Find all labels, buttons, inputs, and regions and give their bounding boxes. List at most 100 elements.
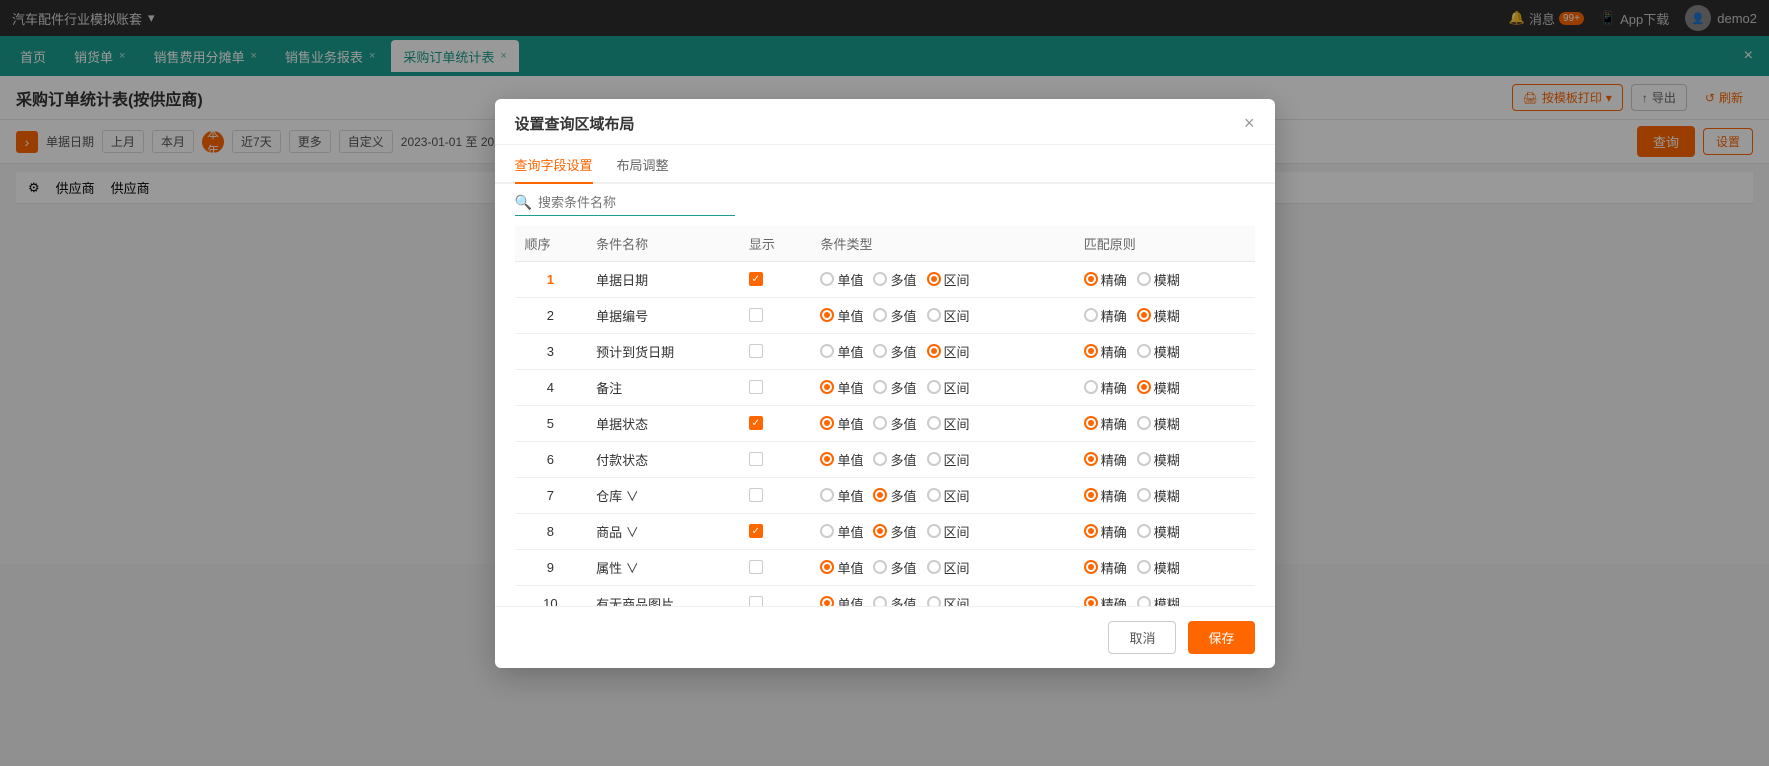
- show-checkbox[interactable]: ✓: [749, 272, 763, 286]
- row-show[interactable]: ✓: [739, 513, 811, 549]
- match-exact-radio[interactable]: 精确: [1084, 522, 1127, 541]
- type-single-radio[interactable]: 单值: [820, 414, 863, 433]
- row-order: 6: [515, 441, 587, 477]
- row-show[interactable]: [739, 441, 811, 477]
- row-match: 精确模糊: [1074, 585, 1255, 606]
- type-single-radio[interactable]: 单值: [820, 378, 863, 397]
- row-match: 精确模糊: [1074, 513, 1255, 549]
- type-single-radio[interactable]: 单值: [820, 306, 863, 325]
- show-checkbox[interactable]: [749, 560, 763, 574]
- match-fuzzy-radio[interactable]: 模糊: [1137, 414, 1180, 433]
- type-range-radio[interactable]: 区间: [927, 414, 970, 433]
- type-range-radio[interactable]: 区间: [927, 342, 970, 361]
- type-range-radio[interactable]: 区间: [927, 558, 970, 577]
- type-multi-radio[interactable]: 多值: [873, 486, 916, 505]
- type-multi-radio[interactable]: 多值: [873, 414, 916, 433]
- match-fuzzy-radio[interactable]: 模糊: [1137, 558, 1180, 577]
- match-fuzzy-radio[interactable]: 模糊: [1137, 522, 1180, 541]
- match-exact-radio[interactable]: 精确: [1084, 306, 1127, 325]
- match-fuzzy-radio[interactable]: 模糊: [1137, 306, 1180, 325]
- show-checkbox[interactable]: ✓: [749, 416, 763, 430]
- type-multi-radio[interactable]: 多值: [873, 306, 916, 325]
- show-checkbox[interactable]: [749, 452, 763, 466]
- type-multi-radio[interactable]: 多值: [873, 594, 916, 606]
- row-type: 单值多值区间: [810, 333, 1073, 369]
- table-row: 8商品 ∨✓单值多值区间精确模糊: [515, 513, 1255, 549]
- type-single-radio[interactable]: 单值: [820, 270, 863, 289]
- row-name: 备注: [586, 369, 739, 405]
- row-type: 单值多值区间: [810, 369, 1073, 405]
- row-show[interactable]: [739, 585, 811, 606]
- match-exact-radio[interactable]: 精确: [1084, 342, 1127, 361]
- type-multi-radio[interactable]: 多值: [873, 342, 916, 361]
- row-show[interactable]: [739, 477, 811, 513]
- save-button[interactable]: 保存: [1188, 621, 1254, 654]
- type-single-radio[interactable]: 单值: [820, 558, 863, 577]
- type-multi-radio[interactable]: 多值: [873, 522, 916, 541]
- match-fuzzy-radio[interactable]: 模糊: [1137, 342, 1180, 361]
- type-single-radio[interactable]: 单值: [820, 522, 863, 541]
- type-range-radio[interactable]: 区间: [927, 522, 970, 541]
- type-single-radio[interactable]: 单值: [820, 450, 863, 469]
- match-exact-radio[interactable]: 精确: [1084, 450, 1127, 469]
- dialog-tabs: 查询字段设置 布局调整: [495, 145, 1275, 184]
- show-checkbox[interactable]: [749, 308, 763, 322]
- type-range-radio[interactable]: 区间: [927, 270, 970, 289]
- match-exact-radio[interactable]: 精确: [1084, 414, 1127, 433]
- row-show[interactable]: ✓: [739, 405, 811, 441]
- match-fuzzy-radio[interactable]: 模糊: [1137, 378, 1180, 397]
- match-exact-radio[interactable]: 精确: [1084, 558, 1127, 577]
- table-row: 4备注单值多值区间精确模糊: [515, 369, 1255, 405]
- dialog-search-inner: 🔍: [515, 194, 735, 216]
- type-range-radio[interactable]: 区间: [927, 594, 970, 606]
- row-show[interactable]: [739, 333, 811, 369]
- col-header-show: 显示: [739, 226, 811, 262]
- match-exact-radio[interactable]: 精确: [1084, 270, 1127, 289]
- type-single-radio[interactable]: 单值: [820, 342, 863, 361]
- settings-dialog: 设置查询区域布局 × 查询字段设置 布局调整 🔍 顺序 条件名称 显示: [495, 99, 1275, 668]
- show-checkbox[interactable]: [749, 596, 763, 606]
- col-header-match: 匹配原则: [1074, 226, 1255, 262]
- dialog-footer: 取消 保存: [495, 606, 1275, 668]
- table-row: 7仓库 ∨单值多值区间精确模糊: [515, 477, 1255, 513]
- type-multi-radio[interactable]: 多值: [873, 270, 916, 289]
- row-match: 精确模糊: [1074, 441, 1255, 477]
- type-single-radio[interactable]: 单值: [820, 486, 863, 505]
- row-name: 属性 ∨: [586, 549, 739, 585]
- match-exact-radio[interactable]: 精确: [1084, 378, 1127, 397]
- show-checkbox[interactable]: [749, 344, 763, 358]
- type-multi-radio[interactable]: 多值: [873, 450, 916, 469]
- dialog-close-btn[interactable]: ×: [1244, 114, 1255, 132]
- type-range-radio[interactable]: 区间: [927, 306, 970, 325]
- row-show[interactable]: [739, 369, 811, 405]
- type-range-radio[interactable]: 区间: [927, 450, 970, 469]
- type-single-radio[interactable]: 单值: [820, 594, 863, 606]
- row-name: 商品 ∨: [586, 513, 739, 549]
- match-fuzzy-radio[interactable]: 模糊: [1137, 594, 1180, 606]
- tab-field-settings[interactable]: 查询字段设置: [515, 145, 593, 184]
- show-checkbox[interactable]: [749, 380, 763, 394]
- tab-layout-adjust[interactable]: 布局调整: [617, 145, 669, 184]
- show-checkbox[interactable]: [749, 488, 763, 502]
- match-fuzzy-radio[interactable]: 模糊: [1137, 270, 1180, 289]
- match-exact-radio[interactable]: 精确: [1084, 594, 1127, 606]
- show-checkbox[interactable]: ✓: [749, 524, 763, 538]
- table-row: 5单据状态✓单值多值区间精确模糊: [515, 405, 1255, 441]
- row-show[interactable]: [739, 549, 811, 585]
- type-range-radio[interactable]: 区间: [927, 378, 970, 397]
- match-exact-radio[interactable]: 精确: [1084, 486, 1127, 505]
- row-type: 单值多值区间: [810, 477, 1073, 513]
- match-fuzzy-radio[interactable]: 模糊: [1137, 450, 1180, 469]
- row-show[interactable]: [739, 297, 811, 333]
- row-order: 5: [515, 405, 587, 441]
- row-order: 10: [515, 585, 587, 606]
- type-multi-radio[interactable]: 多值: [873, 558, 916, 577]
- type-multi-radio[interactable]: 多值: [873, 378, 916, 397]
- cancel-button[interactable]: 取消: [1108, 621, 1176, 654]
- search-input[interactable]: [538, 195, 718, 210]
- dialog-header: 设置查询区域布局 ×: [495, 99, 1275, 145]
- type-range-radio[interactable]: 区间: [927, 486, 970, 505]
- row-show[interactable]: ✓: [739, 261, 811, 297]
- match-fuzzy-radio[interactable]: 模糊: [1137, 486, 1180, 505]
- row-name: 付款状态: [586, 441, 739, 477]
